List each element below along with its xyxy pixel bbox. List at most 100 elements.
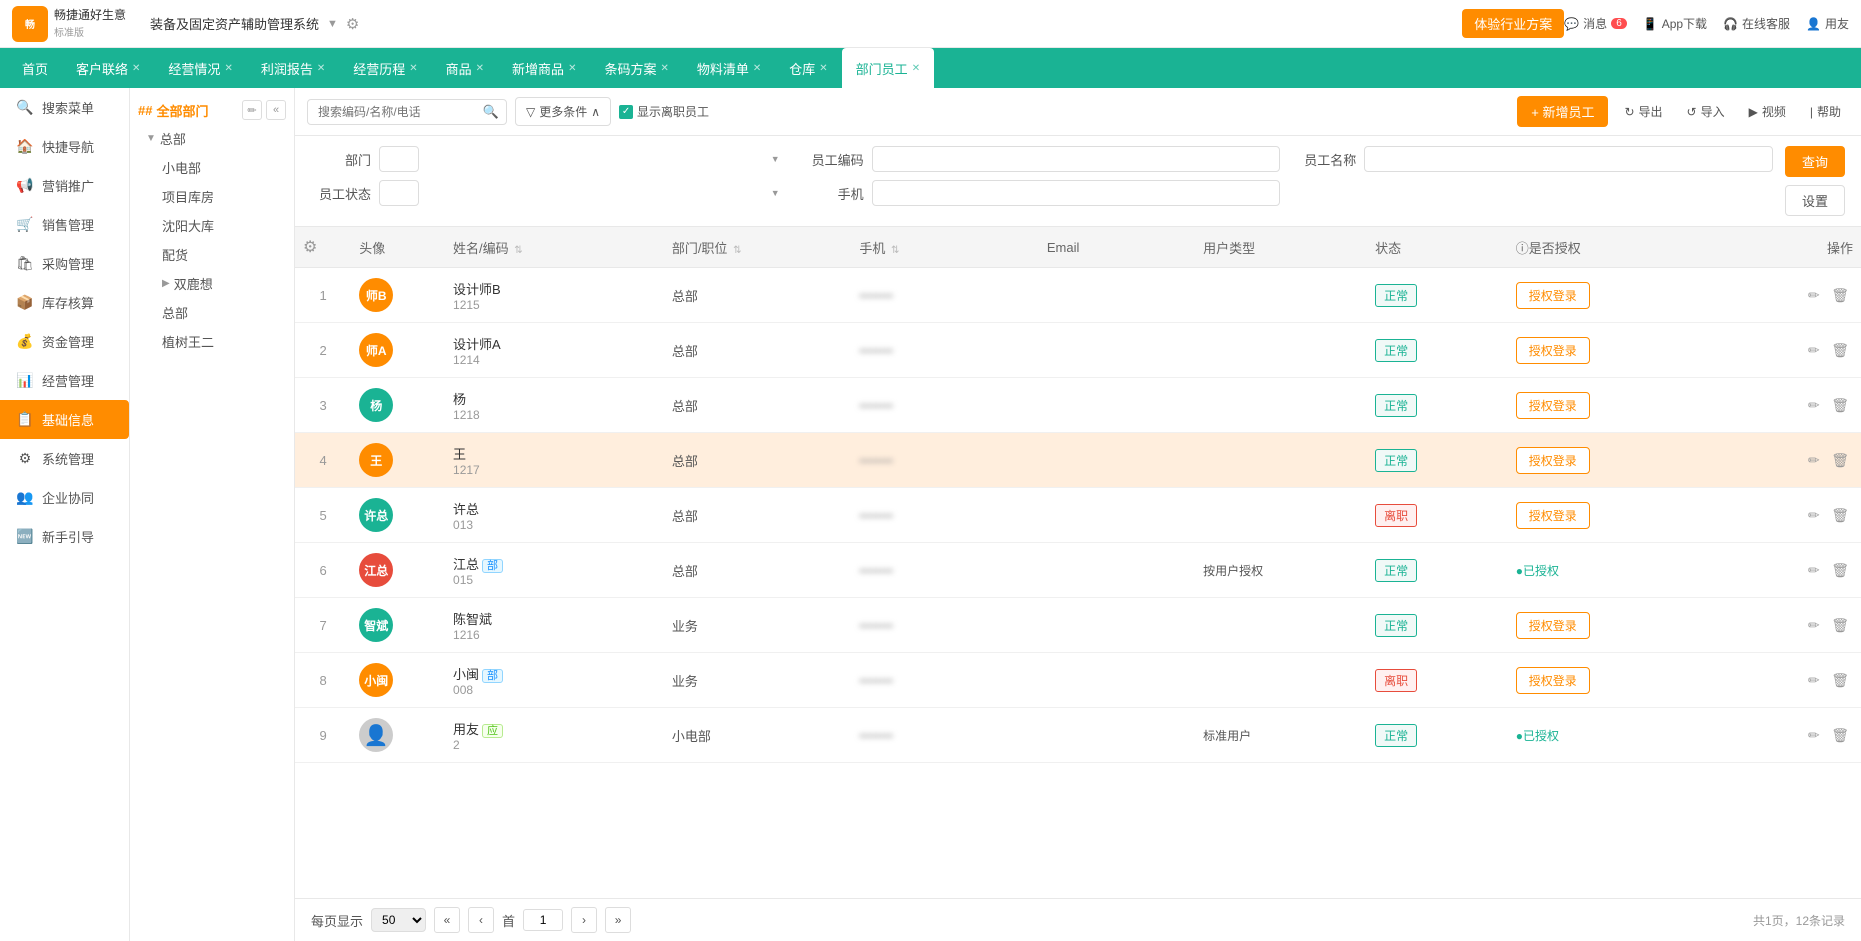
tree-item-head[interactable]: 总部: [138, 298, 286, 327]
sidebar-item-business[interactable]: 📊 经营管理: [0, 361, 129, 400]
col-phone[interactable]: 手机 ⇅: [851, 227, 1039, 268]
sidebar-item-system[interactable]: ⚙ 系统管理: [0, 439, 129, 478]
dept-collapse-button[interactable]: «: [266, 100, 286, 120]
edit-button[interactable]: ✏: [1804, 450, 1824, 470]
delete-button[interactable]: 🗑: [1827, 725, 1853, 745]
tab-staff[interactable]: 部门员工✕: [842, 48, 934, 88]
close-icon[interactable]: ✕: [224, 63, 232, 74]
edit-button[interactable]: ✏: [1804, 560, 1824, 580]
tree-item-shuanglu[interactable]: ▶ 双鹿想: [138, 269, 286, 298]
page-number-input[interactable]: [523, 909, 563, 931]
prev-page-button[interactable]: ‹: [468, 907, 494, 933]
sidebar-item-sales[interactable]: 🛒 销售管理: [0, 205, 129, 244]
settings-icon[interactable]: ⚙: [303, 239, 317, 256]
tab-new-product[interactable]: 新增商品✕: [498, 48, 590, 88]
close-icon[interactable]: ✕: [476, 63, 484, 74]
tree-item-headquarters[interactable]: ▼ 总部: [138, 124, 286, 153]
delete-button[interactable]: 🗑: [1827, 560, 1853, 580]
show-resigned-checkbox[interactable]: ✓ 显示离职员工: [619, 103, 709, 120]
add-employee-button[interactable]: + 新增员工: [1517, 96, 1608, 127]
trial-button[interactable]: 体验行业方案: [1462, 9, 1564, 38]
edit-button[interactable]: ✏: [1804, 395, 1824, 415]
tree-item-project[interactable]: 项目库房: [138, 182, 286, 211]
delete-button[interactable]: 🗑: [1827, 395, 1853, 415]
col-dept[interactable]: 部门/职位 ⇅: [664, 227, 852, 268]
close-icon[interactable]: ✕: [819, 63, 827, 74]
edit-button[interactable]: ✏: [1804, 340, 1824, 360]
auth-login-button[interactable]: 授权登录: [1516, 392, 1590, 419]
auth-login-button[interactable]: 授权登录: [1516, 337, 1590, 364]
edit-button[interactable]: ✏: [1804, 725, 1824, 745]
close-icon[interactable]: ✕: [132, 63, 140, 74]
tab-warehouse[interactable]: 仓库✕: [775, 48, 841, 88]
app-download-button[interactable]: 📱 App下载: [1643, 15, 1707, 32]
delete-button[interactable]: 🗑: [1827, 340, 1853, 360]
edit-button[interactable]: ✏: [1804, 505, 1824, 525]
chevron-down-icon[interactable]: ▼: [327, 18, 338, 30]
close-icon[interactable]: ✕: [660, 63, 668, 74]
search-icon[interactable]: 🔍: [483, 104, 499, 120]
name-input[interactable]: [1364, 146, 1773, 172]
settings-icon[interactable]: ⚙: [346, 15, 359, 33]
tree-item-small-elec[interactable]: 小电部: [138, 153, 286, 182]
tab-profit[interactable]: 利润报告✕: [247, 48, 339, 88]
sidebar-item-quicknav[interactable]: 🏠 快捷导航: [0, 127, 129, 166]
tree-item-peihe[interactable]: 配货: [138, 240, 286, 269]
sidebar-item-collab[interactable]: 👥 企业协同: [0, 478, 129, 517]
tab-home[interactable]: 首页: [8, 48, 62, 88]
auth-login-button[interactable]: 授权登录: [1516, 502, 1590, 529]
first-page-button[interactable]: «: [434, 907, 460, 933]
sidebar-item-inventory[interactable]: 📦 库存核算: [0, 283, 129, 322]
tree-item-plant[interactable]: 植树王二: [138, 327, 286, 356]
dept-select[interactable]: [379, 146, 419, 172]
dept-tree-title[interactable]: ## 全部部门: [138, 101, 208, 120]
query-button[interactable]: 查询: [1785, 146, 1845, 177]
phone-input[interactable]: [872, 180, 1281, 206]
delete-button[interactable]: 🗑: [1827, 670, 1853, 690]
delete-button[interactable]: 🗑: [1827, 615, 1853, 635]
sidebar-item-finance[interactable]: 💰 资金管理: [0, 322, 129, 361]
col-name[interactable]: 姓名/编码 ⇅: [445, 227, 664, 268]
delete-button[interactable]: 🗑: [1827, 450, 1853, 470]
page-size-select[interactable]: 50 100: [371, 908, 426, 932]
dept-edit-button[interactable]: ✏: [242, 100, 262, 120]
code-input[interactable]: [872, 146, 1281, 172]
search-input[interactable]: [307, 99, 507, 125]
online-service-button[interactable]: 🎧 在线客服: [1723, 15, 1790, 32]
tab-products[interactable]: 商品✕: [432, 48, 498, 88]
edit-button[interactable]: ✏: [1804, 670, 1824, 690]
import-button[interactable]: ↺ 导入: [1679, 99, 1733, 124]
sidebar-item-purchase[interactable]: 🛍 采购管理: [0, 244, 129, 283]
tab-bom[interactable]: 物料清单✕: [683, 48, 775, 88]
sidebar-item-guide[interactable]: 🆕 新手引导: [0, 517, 129, 556]
close-icon[interactable]: ✕: [753, 63, 761, 74]
message-button[interactable]: 💬 消息 6: [1564, 15, 1627, 32]
sidebar-item-marketing[interactable]: 📢 营销推广: [0, 166, 129, 205]
status-select[interactable]: [379, 180, 419, 206]
edit-button[interactable]: ✏: [1804, 285, 1824, 305]
close-icon[interactable]: ✕: [912, 63, 920, 74]
tab-history[interactable]: 经营历程✕: [339, 48, 431, 88]
tab-operation[interactable]: 经营情况✕: [154, 48, 246, 88]
tree-item-shenyang[interactable]: 沈阳大库: [138, 211, 286, 240]
last-page-button[interactable]: »: [605, 907, 631, 933]
help-button[interactable]: | 帮助: [1802, 99, 1849, 124]
tab-customer[interactable]: 客户联络✕: [62, 48, 154, 88]
auth-login-button[interactable]: 授权登录: [1516, 282, 1590, 309]
auth-login-button[interactable]: 授权登录: [1516, 667, 1590, 694]
user-menu[interactable]: 👤 用友: [1806, 15, 1849, 32]
close-icon[interactable]: ✕: [409, 63, 417, 74]
close-icon[interactable]: ✕: [568, 63, 576, 74]
more-filters-button[interactable]: ▽ 更多条件 ∧: [515, 97, 611, 126]
set-button[interactable]: 设置: [1785, 185, 1845, 216]
delete-button[interactable]: 🗑: [1827, 285, 1853, 305]
auth-login-button[interactable]: 授权登录: [1516, 612, 1590, 639]
video-button[interactable]: ▶ 视频: [1741, 99, 1794, 124]
sidebar-item-search[interactable]: 🔍 搜索菜单: [0, 88, 129, 127]
next-page-button[interactable]: ›: [571, 907, 597, 933]
auth-login-button[interactable]: 授权登录: [1516, 447, 1590, 474]
close-icon[interactable]: ✕: [317, 63, 325, 74]
sidebar-item-basic[interactable]: 📋 基础信息: [0, 400, 129, 439]
tab-barcode[interactable]: 条码方案✕: [590, 48, 682, 88]
edit-button[interactable]: ✏: [1804, 615, 1824, 635]
